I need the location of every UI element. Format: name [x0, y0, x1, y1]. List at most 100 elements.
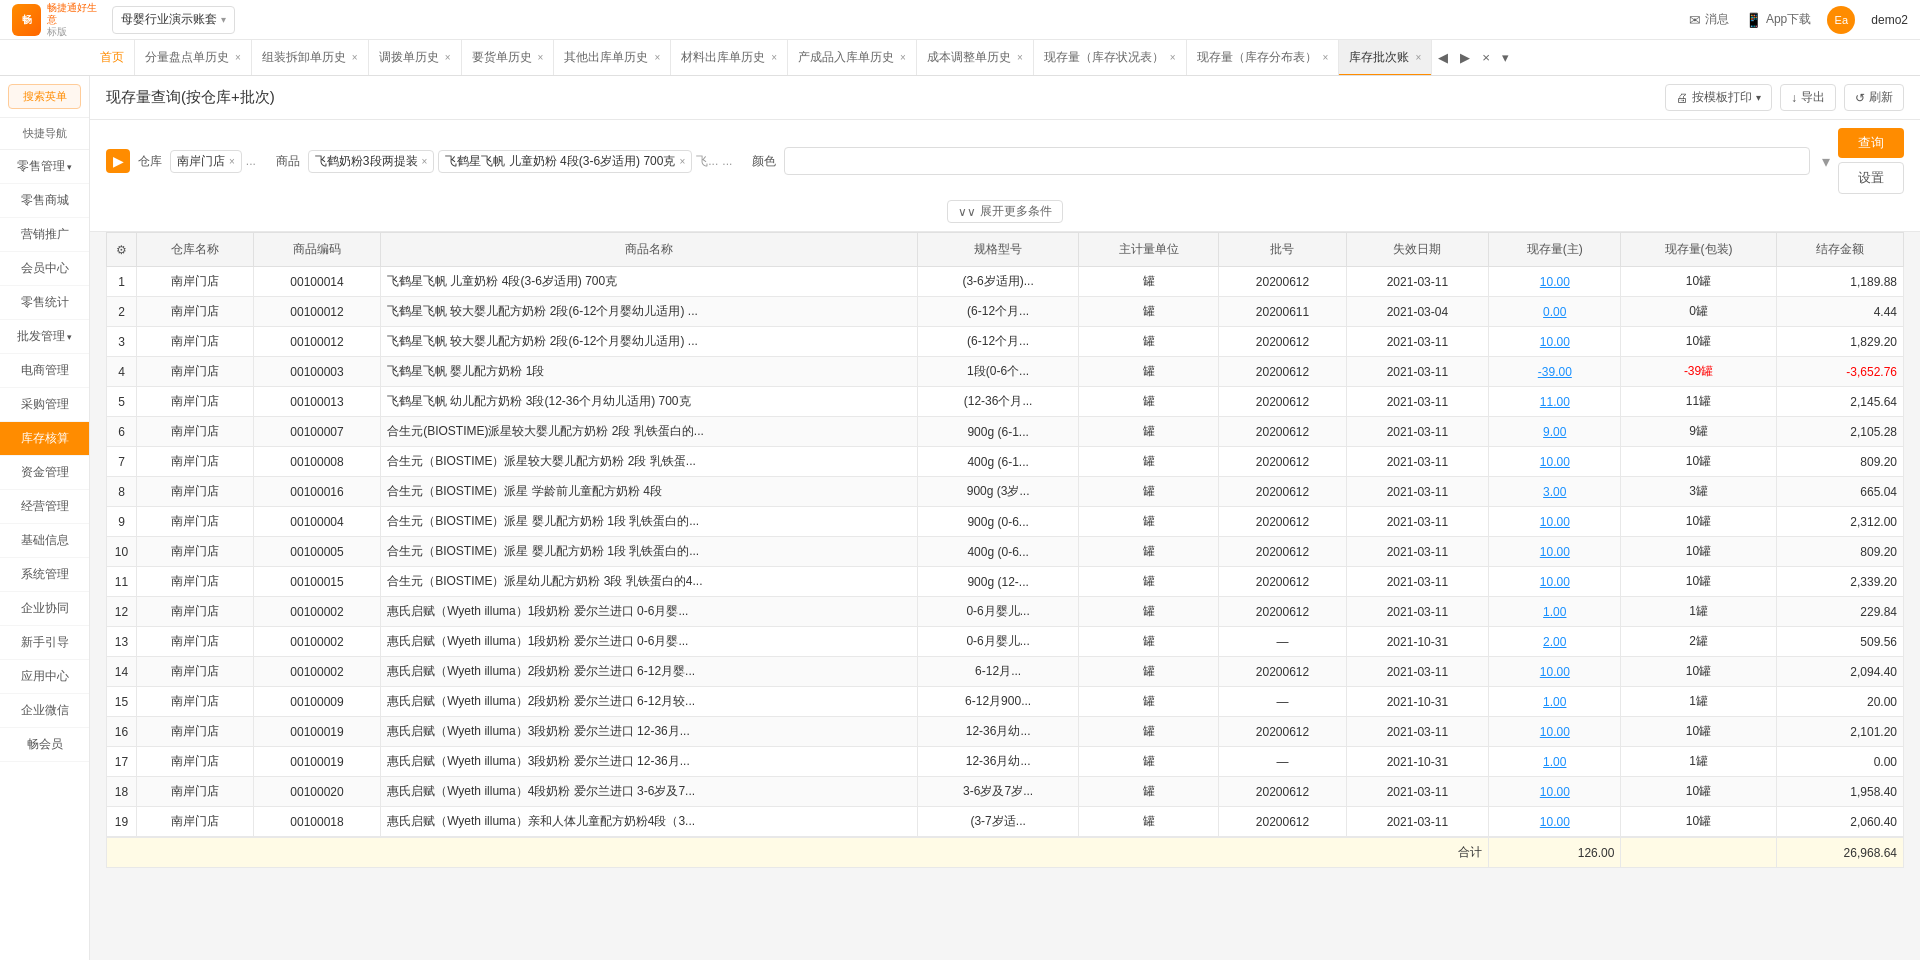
sidebar-item-wholesale[interactable]: 批发管理 ▾ — [0, 320, 89, 354]
product-dots[interactable]: ... — [722, 154, 732, 168]
tab-close-chenben[interactable]: × — [1017, 52, 1023, 63]
tab-close-qitachu[interactable]: × — [654, 52, 660, 63]
sidebar-item-finance[interactable]: 资金管理 — [0, 456, 89, 490]
print-btn[interactable]: 🖨 按模板打印 ▾ — [1665, 84, 1772, 111]
tab-close-diaob[interactable]: × — [445, 52, 451, 63]
cell-qty-pkg: 1罐 — [1621, 687, 1776, 717]
sidebar-item-member2[interactable]: 畅会员 — [0, 728, 89, 762]
settings-icon[interactable]: ⚙ — [116, 243, 127, 257]
product-tag-2[interactable]: 飞鹤星飞帆 儿童奶粉 4段(3-6岁适用) 700克 × — [438, 150, 692, 173]
cell-qty-main[interactable]: 1.00 — [1489, 597, 1621, 627]
cell-qty-main[interactable]: 2.00 — [1489, 627, 1621, 657]
sidebar-item-app-center[interactable]: 应用中心 — [0, 660, 89, 694]
export-btn[interactable]: ↓ 导出 — [1780, 84, 1836, 111]
cell-qty-main[interactable]: 10.00 — [1489, 807, 1621, 838]
cell-qty-main[interactable]: -39.00 — [1489, 357, 1621, 387]
tab-menu[interactable]: ▾ — [1496, 40, 1515, 76]
cell-qty-main[interactable]: 1.00 — [1489, 687, 1621, 717]
cell-qty-pkg: 2罐 — [1621, 627, 1776, 657]
tab-fenpan[interactable]: 分量盘点单历史 × — [135, 40, 252, 76]
sidebar-item-marketing[interactable]: 营销推广 — [0, 218, 89, 252]
color-dropdown-icon[interactable]: ▾ — [1822, 152, 1830, 171]
sidebar-item-retail-store[interactable]: 零售商城 — [0, 184, 89, 218]
tab-zuze[interactable]: 组装拆卸单历史 × — [252, 40, 369, 76]
tab-close-xiancun-fen[interactable]: × — [1323, 52, 1329, 63]
tab-xiancun-fen[interactable]: 现存量（库存分布表） × — [1187, 40, 1340, 76]
cell-unit: 罐 — [1079, 717, 1219, 747]
sidebar-item-retail-stat[interactable]: 零售统计 — [0, 286, 89, 320]
product-more[interactable]: 飞... — [696, 153, 718, 170]
cell-qty-main[interactable]: 10.00 — [1489, 507, 1621, 537]
sidebar-item-sys-mgmt[interactable]: 系统管理 — [0, 558, 89, 592]
product-tag-1[interactable]: 飞鹤奶粉3段两提装 × — [308, 150, 435, 173]
sidebar-item-retail-mgmt[interactable]: 零售管理 ▾ — [0, 150, 89, 184]
cell-warehouse: 南岸门店 — [137, 507, 254, 537]
cell-qty-main[interactable]: 10.00 — [1489, 717, 1621, 747]
setting-btn[interactable]: 设置 — [1838, 162, 1904, 194]
search-menu-btn[interactable]: 搜索英单 — [8, 84, 81, 109]
tab-chenben[interactable]: 成本调整单历史 × — [917, 40, 1034, 76]
remove-product-tag-2[interactable]: × — [679, 156, 685, 167]
cell-spec: 400g (6-1... — [917, 447, 1079, 477]
tab-nav-right[interactable]: ▶ — [1454, 40, 1476, 76]
cell-amount: 2,101.20 — [1776, 717, 1903, 747]
sidebar-item-purchase[interactable]: 采购管理 — [0, 388, 89, 422]
cell-qty-main[interactable]: 10.00 — [1489, 777, 1621, 807]
cell-qty-main[interactable]: 11.00 — [1489, 387, 1621, 417]
expand-conditions-btn[interactable]: ∨∨ 展开更多条件 — [947, 200, 1063, 223]
cell-qty-main[interactable]: 10.00 — [1489, 447, 1621, 477]
remove-warehouse-tag[interactable]: × — [229, 156, 235, 167]
message-btn[interactable]: ✉ 消息 — [1689, 11, 1729, 28]
tab-chancheng[interactable]: 产成品入库单历史 × — [788, 40, 917, 76]
tab-qitachu[interactable]: 其他出库单历史 × — [554, 40, 671, 76]
warehouse-more[interactable]: ... — [246, 154, 256, 168]
query-btn[interactable]: 查询 — [1838, 128, 1904, 158]
cell-qty-main[interactable]: 0.00 — [1489, 297, 1621, 327]
sidebar-item-basic-info[interactable]: 基础信息 — [0, 524, 89, 558]
color-filter-input[interactable] — [784, 147, 1810, 175]
cell-qty-main[interactable]: 10.00 — [1489, 267, 1621, 297]
cell-qty-main[interactable]: 10.00 — [1489, 327, 1621, 357]
tab-nav-left[interactable]: ◀ — [1432, 40, 1454, 76]
cell-unit: 罐 — [1079, 417, 1219, 447]
tab-close-all[interactable]: × — [1476, 40, 1496, 76]
th-settings[interactable]: ⚙ — [107, 233, 137, 267]
tab-diaob[interactable]: 调拨单历史 × — [369, 40, 462, 76]
sidebar-item-wechat[interactable]: 企业微信 — [0, 694, 89, 728]
app-download-btn[interactable]: 📱 App下载 — [1745, 11, 1811, 28]
tab-close-fenpan[interactable]: × — [235, 52, 241, 63]
tab-close-zuze[interactable]: × — [352, 52, 358, 63]
sidebar-item-guide[interactable]: 新手引导 — [0, 626, 89, 660]
sidebar-item-member[interactable]: 会员中心 — [0, 252, 89, 286]
cell-no: 6 — [107, 417, 137, 447]
tab-kucun-pici[interactable]: 库存批次账 × — [1339, 40, 1432, 76]
cell-qty-main[interactable]: 10.00 — [1489, 657, 1621, 687]
filter-toggle-btn[interactable]: ▶ — [106, 149, 130, 173]
cell-qty-main[interactable]: 1.00 — [1489, 747, 1621, 777]
refresh-btn[interactable]: ↺ 刷新 — [1844, 84, 1904, 111]
cell-qty-main[interactable]: 10.00 — [1489, 567, 1621, 597]
tab-close-cailiao[interactable]: × — [771, 52, 777, 63]
cell-qty-main[interactable]: 10.00 — [1489, 537, 1621, 567]
tab-close-kucun-pici[interactable]: × — [1415, 52, 1421, 63]
cell-warehouse: 南岸门店 — [137, 477, 254, 507]
tab-yaohuo[interactable]: 要货单历史 × — [462, 40, 555, 76]
cell-qty-main[interactable]: 9.00 — [1489, 417, 1621, 447]
sidebar-item-enterprise[interactable]: 企业协同 — [0, 592, 89, 626]
tab-xiancun-ku[interactable]: 现存量（库存状况表） × — [1034, 40, 1187, 76]
sidebar-item-operations[interactable]: 经营管理 — [0, 490, 89, 524]
tab-cailiao[interactable]: 材料出库单历史 × — [671, 40, 788, 76]
cell-qty-main[interactable]: 3.00 — [1489, 477, 1621, 507]
remove-product-tag-1[interactable]: × — [422, 156, 428, 167]
tab-close-yaohuo[interactable]: × — [538, 52, 544, 63]
tab-close-chancheng[interactable]: × — [900, 52, 906, 63]
sidebar-item-ecommerce[interactable]: 电商管理 — [0, 354, 89, 388]
quick-nav-btn[interactable]: 快捷导航 — [0, 122, 89, 145]
tab-home[interactable]: 首页 — [90, 40, 135, 76]
org-select[interactable]: 母婴行业演示账套 ▾ — [112, 6, 235, 34]
tab-close-xiancun-ku[interactable]: × — [1170, 52, 1176, 63]
cell-batch: 20200611 — [1219, 297, 1346, 327]
sidebar-item-inventory[interactable]: 库存核算 — [0, 422, 89, 456]
warehouse-tag[interactable]: 南岸门店 × — [170, 150, 242, 173]
table-row: 19 南岸门店 00100018 惠氏启赋（Wyeth illuma）亲和人体儿… — [107, 807, 1904, 838]
